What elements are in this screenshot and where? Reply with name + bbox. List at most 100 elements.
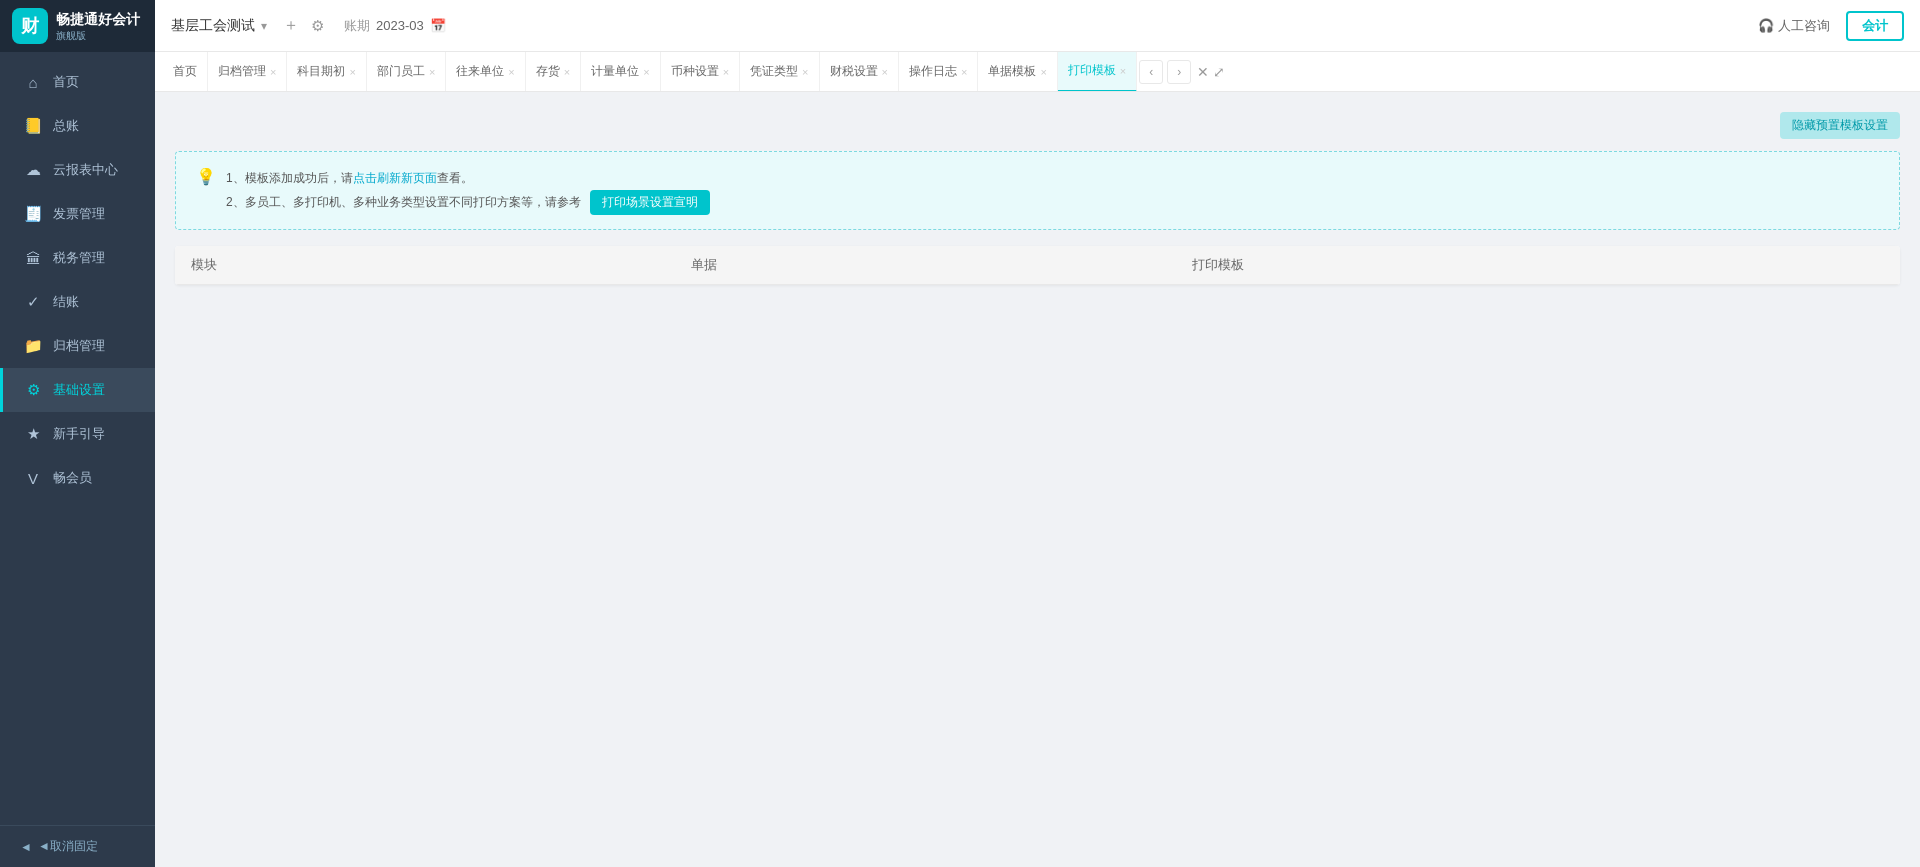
tab-close-tax_setting[interactable]: × [882, 66, 888, 78]
tab-label-home: 首页 [173, 63, 197, 80]
sidebar-label-guide: 新手引导 [53, 425, 105, 443]
tab-operation_log[interactable]: 操作日志 × [899, 52, 978, 92]
sidebar-item-reports[interactable]: ☁云报表中心 [0, 148, 155, 192]
icon-member: V [23, 468, 43, 488]
sidebar-item-closing[interactable]: ✓ 结账 [0, 280, 155, 324]
tab-unit[interactable]: 计量单位× [581, 52, 660, 92]
info-line2: 2、多员工、多打印机、多种业务类型设置不同打印方案等，请参考 打印场景设置宣明 [226, 190, 710, 215]
sidebar-label-settings: 基础设置 [53, 381, 105, 399]
headset-icon: 🎧 [1758, 18, 1774, 33]
tab-subject[interactable]: 科目期初 × [287, 52, 366, 92]
tab-close-subject[interactable]: × [349, 66, 355, 78]
tab-label-currency: 币种设置 [671, 63, 719, 80]
sidebar-item-home[interactable]: ⌂首页 [0, 60, 155, 104]
tab-close-vendor[interactable]: × [508, 66, 514, 78]
tab-close-archive[interactable]: × [270, 66, 276, 78]
close-all-tabs-icon[interactable]: ✕ [1197, 64, 1209, 80]
tab-close-voucher_type[interactable]: × [802, 66, 808, 78]
topbar-right: 🎧 人工咨询 会计 [1758, 11, 1904, 41]
tab-label-inventory: 存货 [536, 63, 560, 80]
info-box-content: 💡 1、模板添加成功后，请点击刷新新页面查看。 2、多员工、多打印机、多种业务类… [196, 166, 1879, 215]
icon-closing: ✓ [23, 292, 43, 312]
logo-sub: 旗舰版 [56, 29, 140, 42]
table-header-row: 模块 单据 打印模板 [175, 246, 1900, 285]
tab-currency[interactable]: 币种设置 × [661, 52, 740, 92]
tab-dept[interactable]: 部门员工× [367, 52, 446, 92]
col-template: 打印模板 [1176, 246, 1901, 285]
sidebar-item-settings[interactable]: ⚙ 基础设置 [0, 368, 155, 412]
info-text: 1、模板添加成功后，请点击刷新新页面查看。 2、多员工、多打印机、多种业务类型设… [226, 166, 710, 215]
tab-close-print_template[interactable]: × [1120, 65, 1126, 77]
sidebar-item-member[interactable]: V 畅会员 [0, 456, 155, 500]
tab-label-operation_log: 操作日志 [909, 63, 957, 80]
info-line1-prefix: 1、模板添加成功后，请 [226, 171, 353, 185]
settings-icon[interactable]: ⚙ [311, 17, 324, 35]
period-value: 2023-03 [376, 18, 424, 33]
logo-main: 畅捷通好会计 [56, 10, 140, 28]
tab-label-voucher_type: 凭证类型 [750, 63, 798, 80]
service-button[interactable]: 🎧 人工咨询 [1758, 17, 1830, 35]
tab-next-button[interactable]: › [1167, 60, 1191, 84]
sidebar-item-guide[interactable]: ★新手引导 [0, 412, 155, 456]
unpin-icon: ◄ [20, 840, 32, 854]
print-template-table: 模块 单据 打印模板 [175, 246, 1900, 285]
tab-single_template[interactable]: 单据模板 × [978, 52, 1057, 92]
tab-close-inventory[interactable]: × [564, 66, 570, 78]
sidebar-footer-label: ◄取消固定 [38, 838, 98, 855]
tab-close-single_template[interactable]: × [1040, 66, 1046, 78]
expand-tabs-icon[interactable]: ⤢ [1213, 64, 1225, 80]
sidebar-label-home: 首页 [53, 73, 79, 91]
tab-label-print_template: 打印模板 [1068, 62, 1116, 79]
tab-close-dept[interactable]: × [429, 66, 435, 78]
tab-voucher_type[interactable]: 凭证类型 × [740, 52, 819, 92]
col-document: 单据 [675, 246, 1175, 285]
sidebar-label-member: 畅会员 [53, 469, 92, 487]
sidebar-nav: ⌂首页📒总账☁云报表中心 🧾 发票管理 🏛税务管理 ✓ 结账 📁归档管理 ⚙ 基础设置 ★新手引导… [0, 52, 155, 825]
tab-close-operation_log[interactable]: × [961, 66, 967, 78]
tab-label-single_template: 单据模板 [988, 63, 1036, 80]
role-button[interactable]: 会计 [1846, 11, 1904, 41]
tab-label-subject: 科目期初 [297, 63, 345, 80]
sidebar-label-ledger: 总账 [53, 117, 79, 135]
print-scene-button[interactable]: 打印场景设置宣明 [590, 190, 710, 215]
refresh-link[interactable]: 点击刷新新页面 [353, 171, 437, 185]
tab-close-currency[interactable]: × [723, 66, 729, 78]
logo-text: 畅捷通好会计 旗舰版 [56, 10, 140, 41]
bulb-icon: 💡 [196, 167, 216, 186]
sidebar-item-archive[interactable]: 📁归档管理 [0, 324, 155, 368]
tab-vendor[interactable]: 往来单位 × [446, 52, 525, 92]
tab-label-archive: 归档管理 [218, 63, 266, 80]
sidebar-label-invoice: 发票管理 [53, 205, 105, 223]
calendar-icon[interactable]: 📅 [430, 18, 446, 33]
add-tab-button[interactable]: ＋ [283, 15, 299, 36]
tab-close-unit[interactable]: × [643, 66, 649, 78]
sidebar-item-ledger[interactable]: 📒总账 [0, 104, 155, 148]
sidebar-label-tax: 税务管理 [53, 249, 105, 267]
tab-prev-button[interactable]: ‹ [1139, 60, 1163, 84]
info-box: 💡 1、模板添加成功后，请点击刷新新页面查看。 2、多员工、多打印机、多种业务类… [175, 151, 1900, 230]
tab-label-vendor: 往来单位 [456, 63, 504, 80]
sidebar-label-reports: 云报表中心 [53, 161, 118, 179]
tab-inventory[interactable]: 存货 × [526, 52, 581, 92]
info-line1: 1、模板添加成功后，请点击刷新新页面查看。 [226, 166, 710, 190]
tab-print_template[interactable]: 打印模板 × [1058, 52, 1137, 92]
sidebar-item-invoice[interactable]: 🧾 发票管理 [0, 192, 155, 236]
tab-home[interactable]: 首页 [163, 52, 208, 92]
company-selector[interactable]: 基层工会测试 ▾ [171, 17, 267, 35]
period-label: 账期 [344, 17, 370, 35]
content-area: 隐藏预置模板设置 💡 1、模板添加成功后，请点击刷新新页面查看。 2、多员工、多… [155, 92, 1920, 867]
sidebar-label-closing: 结账 [53, 293, 79, 311]
sidebar-footer[interactable]: ◄ ◄取消固定 [0, 825, 155, 867]
icon-invoice: 🧾 [23, 204, 43, 224]
company-name: 基层工会测试 [171, 17, 255, 35]
tab-tax_setting[interactable]: 财税设置× [820, 52, 899, 92]
info-line1-suffix: 查看。 [437, 171, 473, 185]
main-area: 基层工会测试 ▾ ＋ ⚙ 账期 2023-03 📅 🎧 人工咨询 会计 首页归档… [155, 0, 1920, 867]
hide-template-button[interactable]: 隐藏预置模板设置 [1780, 112, 1900, 139]
icon-settings: ⚙ [23, 380, 43, 400]
tab-archive[interactable]: 归档管理 × [208, 52, 287, 92]
tabbar: 首页归档管理×科目期初×部门员工×往来单位×存货×计量单位×币种设置×凭证类型×… [155, 52, 1920, 92]
chevron-down-icon: ▾ [261, 19, 267, 33]
sidebar-item-tax[interactable]: 🏛税务管理 [0, 236, 155, 280]
period-selector: 账期 2023-03 📅 [344, 17, 446, 35]
